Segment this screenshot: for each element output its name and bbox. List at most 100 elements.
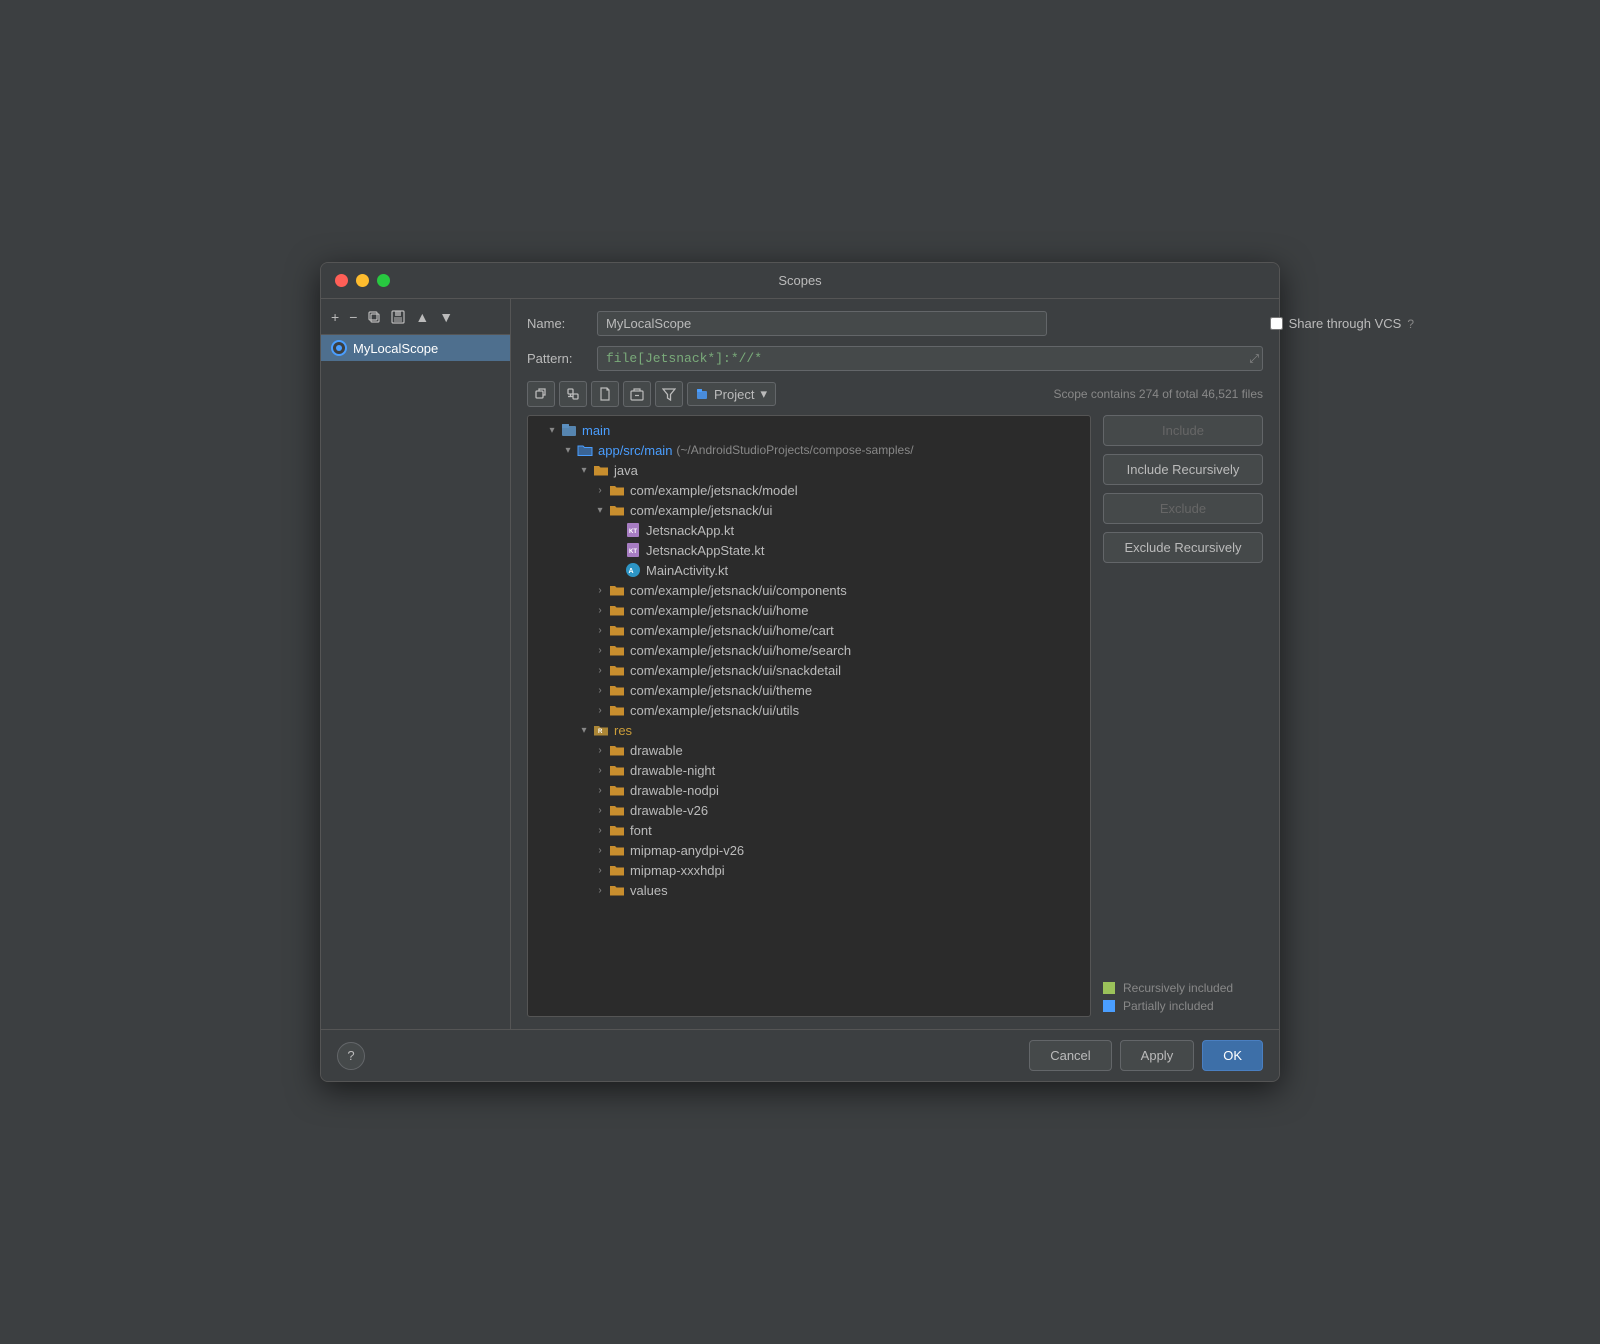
title-bar: Scopes <box>321 263 1279 299</box>
legend-area: Recursively included Partially included <box>1103 971 1263 1017</box>
tree-item[interactable]: › A MainActivity.kt <box>528 560 1090 580</box>
content-area: + − ▲ ▼ MyLocalScope N <box>321 299 1279 1029</box>
add-scope-button[interactable]: + <box>327 307 343 327</box>
scope-item[interactable]: MyLocalScope <box>321 335 510 361</box>
tree-item[interactable]: › drawable-v26 <box>528 800 1090 820</box>
tree-node-label: com/example/jetsnack/ui/home/search <box>630 643 851 658</box>
minimize-button[interactable] <box>356 274 369 287</box>
tree-node-label: drawable-night <box>630 763 715 778</box>
tree-item[interactable]: › com/example/jetsnack/model <box>528 480 1090 500</box>
tree-item[interactable]: › com/example/jetsnack/ui/snackdetail <box>528 660 1090 680</box>
legend-partial-label: Partially included <box>1123 999 1214 1013</box>
tree-arrow: › <box>592 625 608 636</box>
side-buttons: Include Include Recursively Exclude Excl… <box>1103 415 1263 1017</box>
module-icon <box>560 422 578 438</box>
move-up-button[interactable]: ▲ <box>411 307 433 327</box>
show-packages-btn[interactable] <box>623 381 651 407</box>
tree-item[interactable]: › mipmap-anydpi-v26 <box>528 840 1090 860</box>
tree-and-buttons: ▾ main ▾ app/src/main <box>527 415 1263 1017</box>
tree-item[interactable]: › drawable <box>528 740 1090 760</box>
move-down-button[interactable]: ▼ <box>435 307 457 327</box>
tree-item[interactable]: › com/example/jetsnack/ui/components <box>528 580 1090 600</box>
tree-item[interactable]: › com/example/jetsnack/ui/utils <box>528 700 1090 720</box>
tree-item[interactable]: › mipmap-xxxhdpi <box>528 860 1090 880</box>
include-button[interactable]: Include <box>1103 415 1263 446</box>
scope-icon <box>331 340 347 356</box>
main-area: Name: Share through VCS ? Pattern: ⤢ <box>511 299 1279 1029</box>
tree-arrow: › <box>592 805 608 816</box>
show-files-btn[interactable] <box>591 381 619 407</box>
tree-node-label: res <box>614 723 632 738</box>
tree-item[interactable]: ▾ app/src/main (~/AndroidStudioProjects/… <box>528 440 1090 460</box>
folder-icon <box>608 762 626 778</box>
sidebar: + − ▲ ▼ MyLocalScope <box>321 299 511 1029</box>
remove-scope-button[interactable]: − <box>345 307 361 327</box>
folder-icon <box>608 662 626 678</box>
bottom-bar: ? Cancel Apply OK <box>321 1029 1279 1081</box>
tree-node-label: values <box>630 883 668 898</box>
tree-item[interactable]: › drawable-night <box>528 760 1090 780</box>
apply-button[interactable]: Apply <box>1120 1040 1195 1071</box>
tree-item[interactable]: › drawable-nodpi <box>528 780 1090 800</box>
tree-arrow: › <box>592 705 608 716</box>
exclude-button[interactable]: Exclude <box>1103 493 1263 524</box>
tree-item[interactable]: › KT JetsnackApp.kt <box>528 520 1090 540</box>
folder-icon <box>608 822 626 838</box>
exclude-recursively-button[interactable]: Exclude Recursively <box>1103 532 1263 563</box>
folder-icon <box>608 482 626 498</box>
tree-item[interactable]: › com/example/jetsnack/ui/home/search <box>528 640 1090 660</box>
folder-icon <box>608 502 626 518</box>
folder-icon <box>608 862 626 878</box>
tree-arrow: › <box>592 785 608 796</box>
collapse-all-btn[interactable] <box>527 381 555 407</box>
tree-arrow: › <box>592 845 608 856</box>
tree-item[interactable]: › font <box>528 820 1090 840</box>
project-dropdown[interactable]: Project ▾ <box>687 382 776 406</box>
folder-icon <box>608 802 626 818</box>
pattern-input[interactable] <box>597 346 1263 371</box>
scope-status: Scope contains 274 of total 46,521 files <box>1054 387 1263 401</box>
folder-icon <box>592 462 610 478</box>
maximize-button[interactable] <box>377 274 390 287</box>
expand-all-btn[interactable] <box>559 381 587 407</box>
cancel-button[interactable]: Cancel <box>1029 1040 1111 1071</box>
tree-item[interactable]: › com/example/jetsnack/ui/home <box>528 600 1090 620</box>
tree-arrow: › <box>592 685 608 696</box>
tree-arrow: › <box>592 605 608 616</box>
tree-item[interactable]: ▾ com/example/jetsnack/ui <box>528 500 1090 520</box>
folder-icon <box>608 842 626 858</box>
kt-file-icon: KT <box>624 522 642 538</box>
pattern-expand-button[interactable]: ⤢ <box>1249 351 1259 366</box>
tree-node-label: com/example/jetsnack/ui/utils <box>630 703 799 718</box>
ok-button[interactable]: OK <box>1202 1040 1263 1071</box>
file-tree[interactable]: ▾ main ▾ app/src/main <box>527 415 1091 1017</box>
name-input[interactable] <box>597 311 1047 336</box>
tree-toolbar-left: Project ▾ <box>527 381 776 407</box>
filter-btn[interactable] <box>655 381 683 407</box>
tree-node-label: mipmap-xxxhdpi <box>630 863 725 878</box>
svg-text:A: A <box>629 568 634 575</box>
svg-text:KT: KT <box>629 529 637 535</box>
tree-node-label: app/src/main <box>598 443 672 458</box>
tree-item[interactable]: › com/example/jetsnack/ui/home/cart <box>528 620 1090 640</box>
tree-item[interactable]: › values <box>528 880 1090 900</box>
folder-icon <box>608 622 626 638</box>
pattern-row: Pattern: ⤢ <box>527 346 1263 371</box>
tree-item[interactable]: ▾ java <box>528 460 1090 480</box>
tree-arrow: › <box>592 885 608 896</box>
tree-node-label: drawable-v26 <box>630 803 708 818</box>
tree-arrow: › <box>592 745 608 756</box>
tree-arrow: › <box>592 865 608 876</box>
tree-item[interactable]: ▾ main <box>528 420 1090 440</box>
help-button[interactable]: ? <box>337 1042 365 1070</box>
save-scope-button[interactable] <box>387 308 409 326</box>
tree-item[interactable]: ▾ R res <box>528 720 1090 740</box>
include-recursively-button[interactable]: Include Recursively <box>1103 454 1263 485</box>
copy-scope-button[interactable] <box>363 308 385 326</box>
share-vcs-checkbox[interactable] <box>1270 317 1279 330</box>
tree-item[interactable]: › KT JetsnackAppState.kt <box>528 540 1090 560</box>
tree-node-path: (~/AndroidStudioProjects/compose-samples… <box>676 443 913 457</box>
close-button[interactable] <box>335 274 348 287</box>
tree-item[interactable]: › com/example/jetsnack/ui/theme <box>528 680 1090 700</box>
folder-icon <box>608 882 626 898</box>
